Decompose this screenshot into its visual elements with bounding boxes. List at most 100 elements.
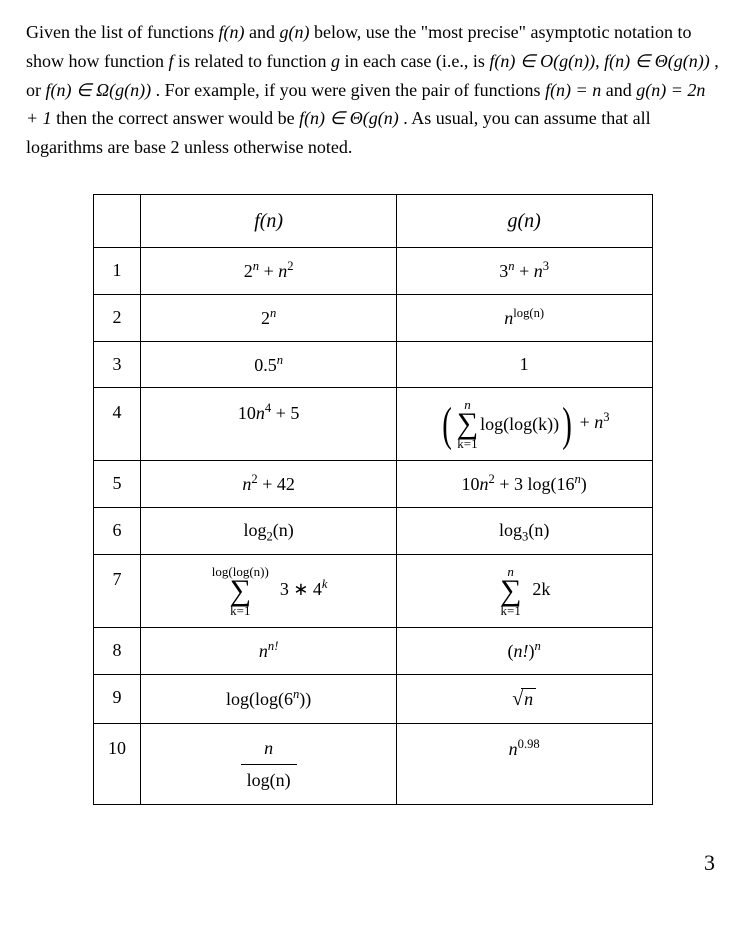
math: k: [322, 577, 328, 591]
table-row: 3 0.5n 1: [93, 341, 652, 388]
math: 10: [462, 474, 480, 494]
header-g: g(n): [396, 194, 652, 247]
math: n: [270, 306, 276, 320]
table-row: 8 nn! (n!)n: [93, 627, 652, 674]
sum-lower: k=1: [457, 437, 478, 450]
functions-table-wrap: f(n) g(n) 1 2n + n2 3n + n3 2 2n: [26, 194, 719, 805]
sigma-sum: n ∑ k=1: [500, 565, 521, 617]
math: 0.5: [254, 355, 277, 375]
problem-statement: Given the list of functions f(n) and g(n…: [26, 18, 719, 162]
row-number: 1: [93, 247, 141, 294]
math: ): [581, 474, 587, 494]
math: (n): [273, 520, 294, 540]
math: + 5: [271, 403, 299, 423]
row-number: 8: [93, 627, 141, 674]
math: n: [256, 403, 265, 423]
text: ,: [595, 51, 600, 71]
math: f(n) ∈ Θ(g(n): [299, 108, 399, 128]
table-row: 7 log(log(n)) ∑ k=1 3 ∗ 4k n ∑ k=1: [93, 555, 652, 628]
sigma-sum: n ∑ k=1: [457, 398, 478, 450]
cell-f: 2n + n2: [141, 247, 396, 294]
text: and: [249, 22, 280, 42]
math: log(n): [513, 306, 544, 320]
row-number: 7: [93, 555, 141, 628]
math: 2: [287, 259, 293, 273]
right-paren-icon: ): [562, 403, 572, 446]
cell-f: n log(n): [141, 723, 396, 805]
math: log(log(6: [226, 689, 293, 709]
cell-g: nlog(n): [396, 294, 652, 341]
header-f: f(n): [141, 194, 396, 247]
math: g(n): [279, 22, 309, 42]
table-row: 9 log(log(6n)) √n: [93, 674, 652, 723]
math: 3: [603, 410, 609, 424]
math: 0.98: [518, 737, 540, 751]
math: 10: [238, 403, 256, 423]
cell-g: 3n + n3: [396, 247, 652, 294]
sigma-icon: ∑: [212, 578, 269, 604]
math: n!: [268, 639, 279, 653]
math: f(n) ∈ Ω(g(n)): [46, 80, 152, 100]
row-number: 9: [93, 674, 141, 723]
math: +: [515, 261, 534, 281]
math: n: [534, 261, 543, 281]
sigma-sum: log(log(n)) ∑ k=1: [212, 565, 269, 617]
cell-f: log2(n): [141, 507, 396, 555]
table-row: 2 2n nlog(n): [93, 294, 652, 341]
sum-lower: k=1: [500, 604, 521, 617]
math: + 42: [258, 474, 295, 494]
math: log: [499, 520, 522, 540]
row-number: 5: [93, 460, 141, 507]
cell-g: (n!)n: [396, 627, 652, 674]
table-row: 4 10n4 + 5 ( n ∑ k=1 log(log(k)) ): [93, 388, 652, 461]
sum-lower: k=1: [212, 604, 269, 617]
paren-group: ( n ∑ k=1 log(log(k)) ): [439, 398, 575, 450]
math: log(log(k)): [480, 410, 559, 439]
text: is related to function: [178, 51, 331, 71]
math: f(n) ∈ Θ(g(n)): [604, 51, 710, 71]
math: 2: [244, 261, 253, 281]
math: 1: [520, 354, 529, 374]
math: 2k: [532, 579, 550, 599]
math: f(n) ∈ O(g(n)): [489, 51, 595, 71]
math: 3 ∗ 4: [280, 579, 322, 599]
cell-f: 0.5n: [141, 341, 396, 388]
row-number: 6: [93, 507, 141, 555]
cell-f: 2n: [141, 294, 396, 341]
numerator: n: [241, 734, 297, 765]
math: n: [259, 641, 268, 661]
math: f: [169, 51, 174, 71]
page-number: 3: [26, 845, 719, 880]
cell-g: √n: [396, 674, 652, 723]
math: 3: [499, 261, 508, 281]
math: n!: [514, 641, 529, 661]
denominator: log(n): [241, 765, 297, 795]
table-header-row: f(n) g(n): [93, 194, 652, 247]
math: g(n): [508, 210, 541, 232]
cell-g: n ∑ k=1 2k: [396, 555, 652, 628]
math: + 3 log(16: [495, 474, 575, 494]
cell-g: log3(n): [396, 507, 652, 555]
text: . For example, if you were given the pai…: [156, 80, 545, 100]
cell-f: nn!: [141, 627, 396, 674]
cell-g: 10n2 + 3 log(16n): [396, 460, 652, 507]
cell-f: log(log(n)) ∑ k=1 3 ∗ 4k: [141, 555, 396, 628]
cell-f: log(log(6n)): [141, 674, 396, 723]
text: then the correct answer would be: [56, 108, 299, 128]
math: +: [259, 261, 278, 281]
table-row: 1 2n + n2 3n + n3: [93, 247, 652, 294]
functions-table: f(n) g(n) 1 2n + n2 3n + n3 2 2n: [93, 194, 653, 805]
table-row: 6 log2(n) log3(n): [93, 507, 652, 555]
math: f(n): [254, 210, 283, 232]
math: f(n) = n: [545, 80, 601, 100]
table-row: 10 n log(n) n 0.98: [93, 723, 652, 805]
sigma-icon: ∑: [457, 411, 478, 437]
math: n: [594, 412, 603, 432]
cell-g: ( n ∑ k=1 log(log(k)) ) + n3: [396, 388, 652, 461]
radicand: n: [521, 688, 536, 709]
fraction: n log(n): [241, 734, 297, 795]
math: n: [278, 261, 287, 281]
math: )): [299, 689, 311, 709]
row-number: 10: [93, 723, 141, 805]
header-blank: [93, 194, 141, 247]
